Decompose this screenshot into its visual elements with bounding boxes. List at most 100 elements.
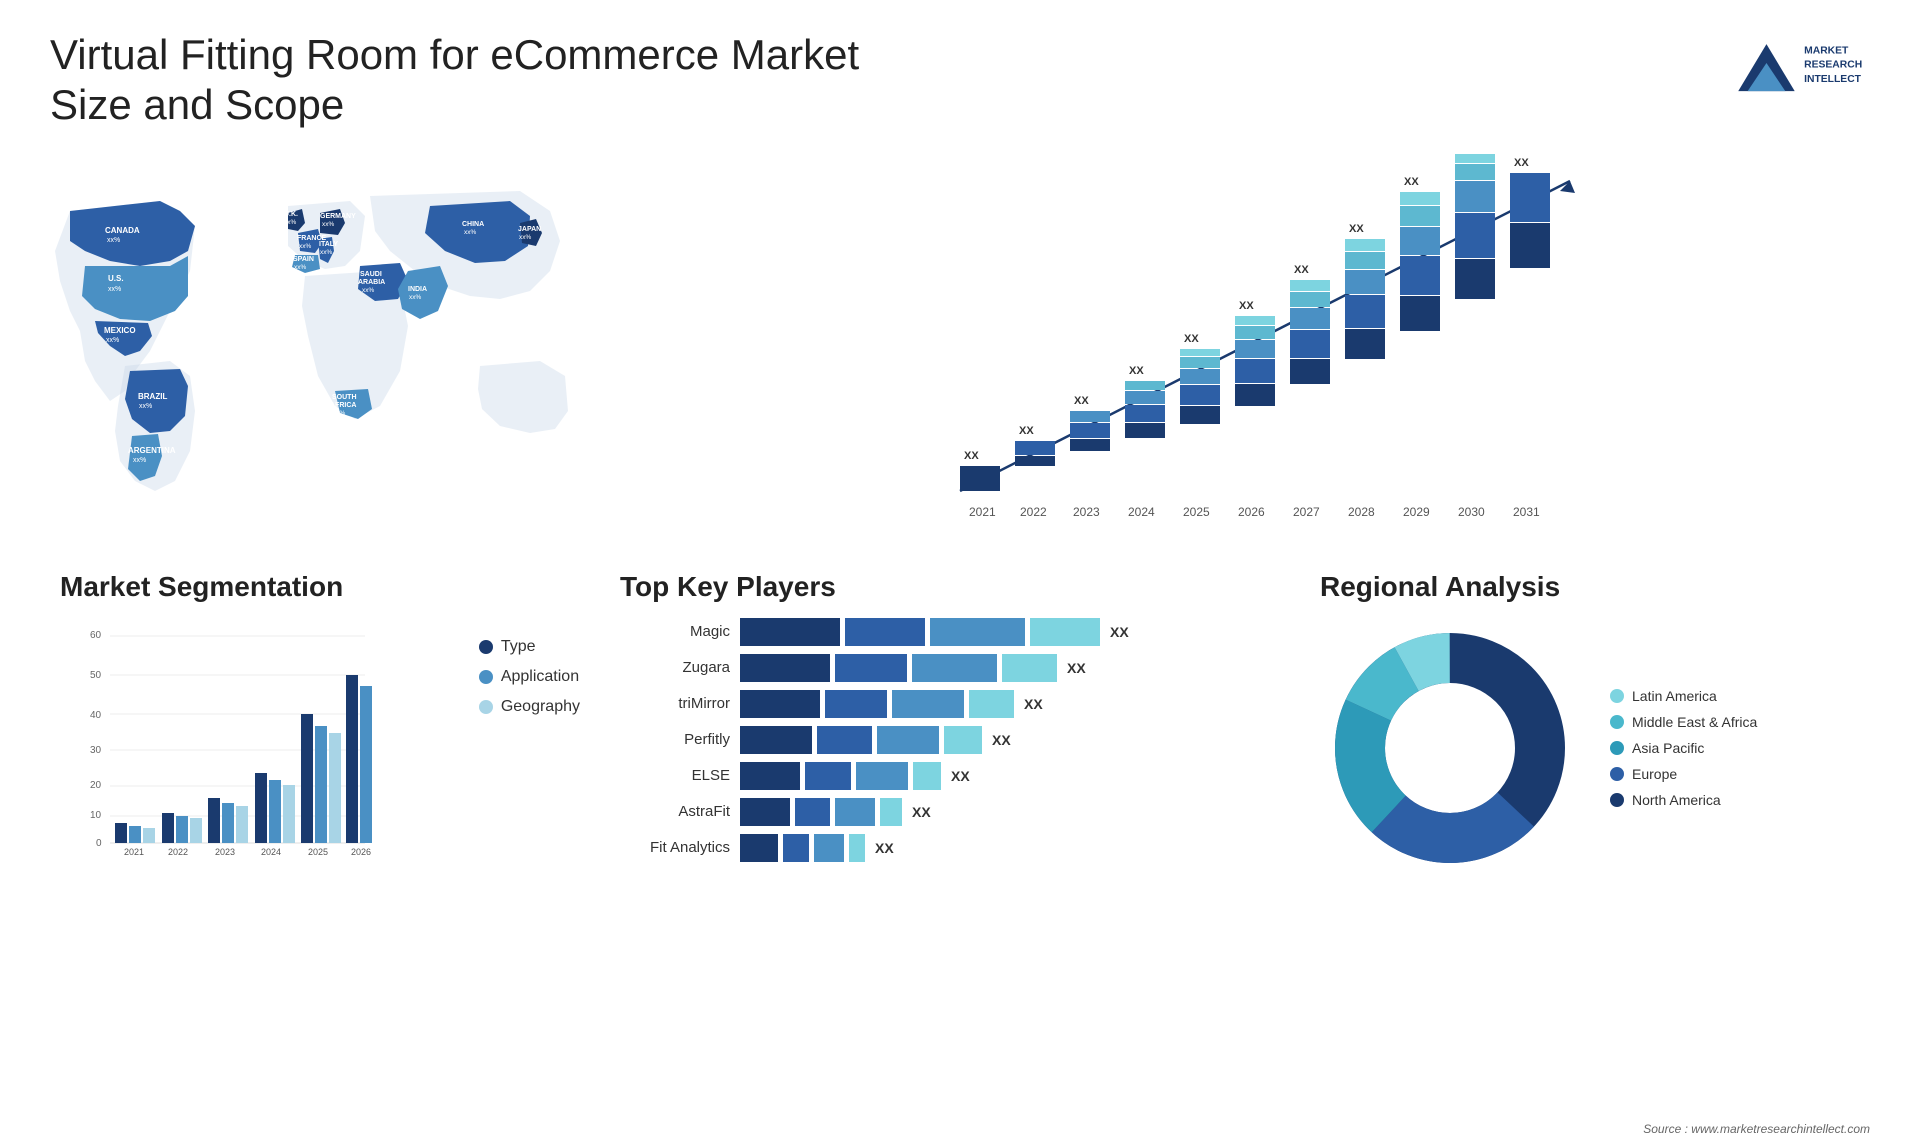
player-name-trimirror: triMirror <box>620 695 730 712</box>
svg-text:xx%: xx% <box>294 264 307 271</box>
content-grid: CANADA xx% U.S. xx% MEXICO xx% BRAZIL xx… <box>0 141 1920 1121</box>
segmentation-section: Market Segmentation 60 50 40 30 20 10 0 <box>40 561 600 1121</box>
header: Virtual Fitting Room for eCommerce Marke… <box>0 0 1920 141</box>
svg-text:xx%: xx% <box>519 234 532 241</box>
seg-chart-container: 60 50 40 30 20 10 0 <box>60 618 580 863</box>
legend-asia-pacific: Asia Pacific <box>1610 740 1757 756</box>
list-item: triMirror XX <box>620 690 1280 718</box>
player-name-magic: Magic <box>620 623 730 640</box>
svg-text:2025: 2025 <box>308 847 328 857</box>
svg-text:SPAIN: SPAIN <box>293 256 314 263</box>
svg-text:SOUTH: SOUTH <box>332 394 357 401</box>
segmentation-title: Market Segmentation <box>60 571 580 603</box>
asia-pacific-dot <box>1610 741 1624 755</box>
application-label: Application <box>501 668 579 686</box>
svg-text:2028: 2028 <box>1348 505 1375 519</box>
svg-text:GERMANY: GERMANY <box>320 213 356 220</box>
svg-text:CHINA: CHINA <box>462 221 484 228</box>
svg-text:2025: 2025 <box>1183 505 1210 519</box>
svg-text:U.K.: U.K. <box>284 211 298 218</box>
svg-text:xx%: xx% <box>133 457 146 464</box>
svg-text:xx%: xx% <box>107 237 120 244</box>
svg-text:ARABIA: ARABIA <box>358 279 385 286</box>
svg-text:INDIA: INDIA <box>408 286 427 293</box>
source-text: Source : www.marketresearchintellect.com <box>1643 1122 1870 1136</box>
list-item: Magic XX <box>620 618 1280 646</box>
regional-title: Regional Analysis <box>1320 571 1860 603</box>
legend-middle-east: Middle East & Africa <box>1610 714 1757 730</box>
player-value-magic: XX <box>1110 624 1129 640</box>
svg-text:XX: XX <box>1349 223 1364 235</box>
players-container: Magic XX Zugara <box>620 618 1280 862</box>
page-title: Virtual Fitting Room for eCommerce Marke… <box>50 30 950 131</box>
svg-text:RESEARCH: RESEARCH <box>1804 60 1862 71</box>
middle-east-dot <box>1610 715 1624 729</box>
svg-text:xx%: xx% <box>299 243 312 250</box>
svg-text:xx%: xx% <box>106 337 119 344</box>
svg-text:XX: XX <box>1129 365 1144 377</box>
svg-text:xx%: xx% <box>320 249 333 256</box>
player-bars-astrafit <box>740 798 902 826</box>
middle-east-label: Middle East & Africa <box>1632 714 1757 730</box>
svg-text:xx%: xx% <box>322 221 335 228</box>
svg-text:U.S.: U.S. <box>108 274 124 283</box>
map-section: CANADA xx% U.S. xx% MEXICO xx% BRAZIL xx… <box>30 141 630 561</box>
application-dot <box>479 670 493 684</box>
legend-geography: Geography <box>479 698 580 716</box>
svg-text:xx%: xx% <box>284 219 297 226</box>
player-name-zugara: Zugara <box>620 659 730 676</box>
north-america-label: North America <box>1632 792 1721 808</box>
regional-container: Latin America Middle East & Africa Asia … <box>1320 618 1860 878</box>
svg-text:MARKET: MARKET <box>1804 46 1849 57</box>
player-bars-fitanalytics <box>740 834 865 862</box>
player-value-trimirror: XX <box>1024 696 1043 712</box>
svg-text:xx%: xx% <box>464 229 477 236</box>
player-name-astrafit: AstraFit <box>620 803 730 820</box>
svg-text:BRAZIL: BRAZIL <box>138 392 167 401</box>
key-players-section: Top Key Players Magic XX Zugara <box>600 561 1300 1121</box>
player-name-else: ELSE <box>620 767 730 784</box>
svg-text:ITALY: ITALY <box>319 241 338 248</box>
player-bars-else <box>740 762 941 790</box>
legend-north-america: North America <box>1610 792 1757 808</box>
list-item: ELSE XX <box>620 762 1280 790</box>
svg-text:20: 20 <box>90 780 102 791</box>
list-item: Perfitly XX <box>620 726 1280 754</box>
player-value-astrafit: XX <box>912 804 931 820</box>
svg-text:XX: XX <box>1514 157 1529 169</box>
logo: MARKET RESEARCH INTELLECT <box>1710 30 1870 110</box>
seg-chart-area: 60 50 40 30 20 10 0 <box>60 618 459 863</box>
svg-text:XX: XX <box>1294 264 1309 276</box>
svg-text:60: 60 <box>90 630 102 641</box>
asia-pacific-label: Asia Pacific <box>1632 740 1704 756</box>
player-value-perfitly: XX <box>992 732 1011 748</box>
legend-latin-america: Latin America <box>1610 688 1757 704</box>
regional-section: Regional Analysis <box>1300 561 1880 1121</box>
svg-text:xx%: xx% <box>409 294 422 301</box>
bar-chart-section: XX 2021 XX 2022 XX 2023 XX 2024 <box>630 141 1890 561</box>
svg-text:2021: 2021 <box>969 505 996 519</box>
legend-europe: Europe <box>1610 766 1757 782</box>
growth-chart: XX 2021 XX 2022 XX 2023 XX 2024 <box>650 151 1850 541</box>
player-bars-magic <box>740 618 1100 646</box>
player-name-perfitly: Perfitly <box>620 731 730 748</box>
europe-dot <box>1610 767 1624 781</box>
svg-text:2031: 2031 <box>1513 505 1540 519</box>
svg-text:2022: 2022 <box>1020 505 1047 519</box>
svg-text:AFRICA: AFRICA <box>330 402 356 409</box>
svg-text:2022: 2022 <box>168 847 188 857</box>
svg-text:MEXICO: MEXICO <box>104 326 136 335</box>
svg-text:50: 50 <box>90 670 102 681</box>
svg-text:40: 40 <box>90 710 102 721</box>
svg-text:XX: XX <box>964 450 979 462</box>
svg-text:XX: XX <box>1184 333 1199 345</box>
list-item: Zugara XX <box>620 654 1280 682</box>
geography-dot <box>479 700 493 714</box>
donut-chart <box>1320 618 1580 878</box>
svg-text:xx%: xx% <box>108 286 121 293</box>
regional-legend: Latin America Middle East & Africa Asia … <box>1610 688 1757 808</box>
svg-text:2024: 2024 <box>1128 505 1155 519</box>
player-value-zugara: XX <box>1067 660 1086 676</box>
player-bars-trimirror <box>740 690 1014 718</box>
seg-legend: Type Application Geography <box>479 618 580 716</box>
